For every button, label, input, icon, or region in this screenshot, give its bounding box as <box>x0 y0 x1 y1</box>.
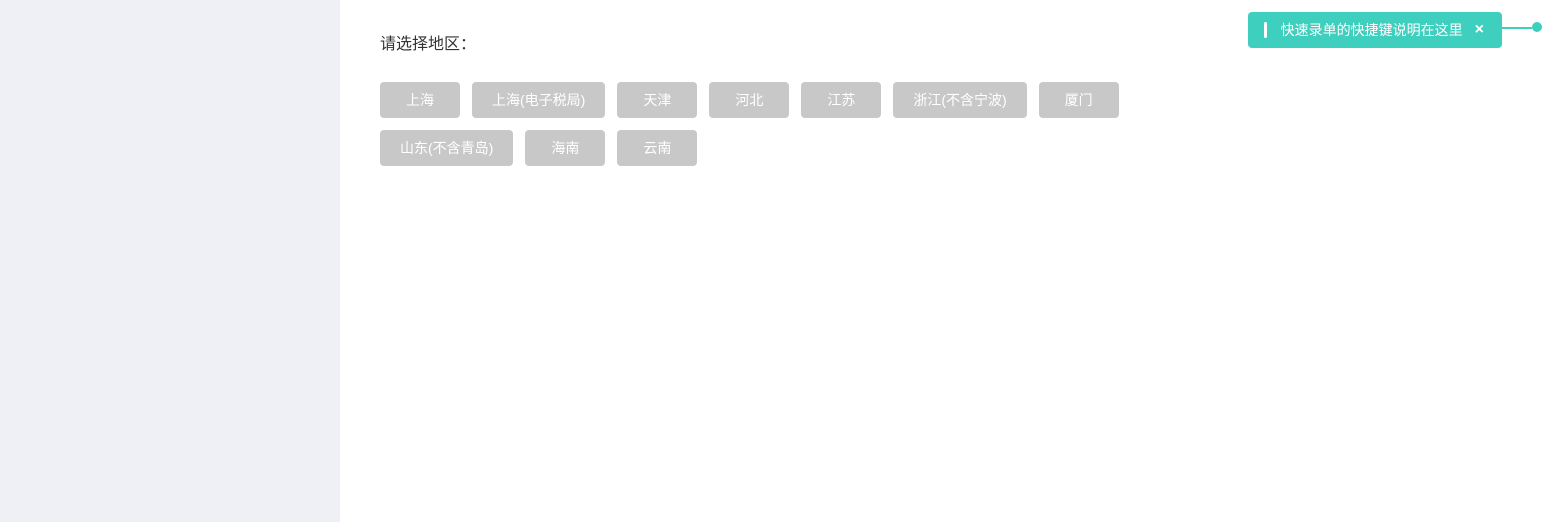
region-button[interactable]: 厦门 <box>1039 82 1119 118</box>
tooltip-connector-dot <box>1532 22 1542 32</box>
region-button[interactable]: 天津 <box>617 82 697 118</box>
sidebar <box>0 0 340 522</box>
region-button[interactable]: 河北 <box>709 82 789 118</box>
region-button[interactable]: 海南 <box>525 130 605 166</box>
tooltip-text: 快速录单的快捷键说明在这里 <box>1281 20 1463 40</box>
region-row-2: 山东(不含青岛) 海南云南 <box>380 130 1522 166</box>
region-button[interactable]: 山东(不含青岛) <box>380 130 513 166</box>
tooltip-close-button[interactable]: × <box>1473 22 1486 38</box>
region-button[interactable]: 云南 <box>617 130 697 166</box>
region-button[interactable]: 上海 <box>380 82 460 118</box>
region-button[interactable]: 上海(电子税局) <box>472 82 605 118</box>
region-button[interactable]: 浙江(不含宁波) <box>893 82 1026 118</box>
tooltip-banner: 快速录单的快捷键说明在这里 × <box>1248 12 1502 48</box>
region-button[interactable]: 江苏 <box>801 82 881 118</box>
main-content: 请选择地区： 上海上海(电子税局)天津河北江苏浙江(不含宁波)厦门 山东(不含青… <box>340 0 1562 522</box>
tooltip-connector-line <box>1502 27 1532 29</box>
region-row-1: 上海上海(电子税局) 天津河北江苏浙江(不含宁波) 厦门 <box>380 82 1522 118</box>
